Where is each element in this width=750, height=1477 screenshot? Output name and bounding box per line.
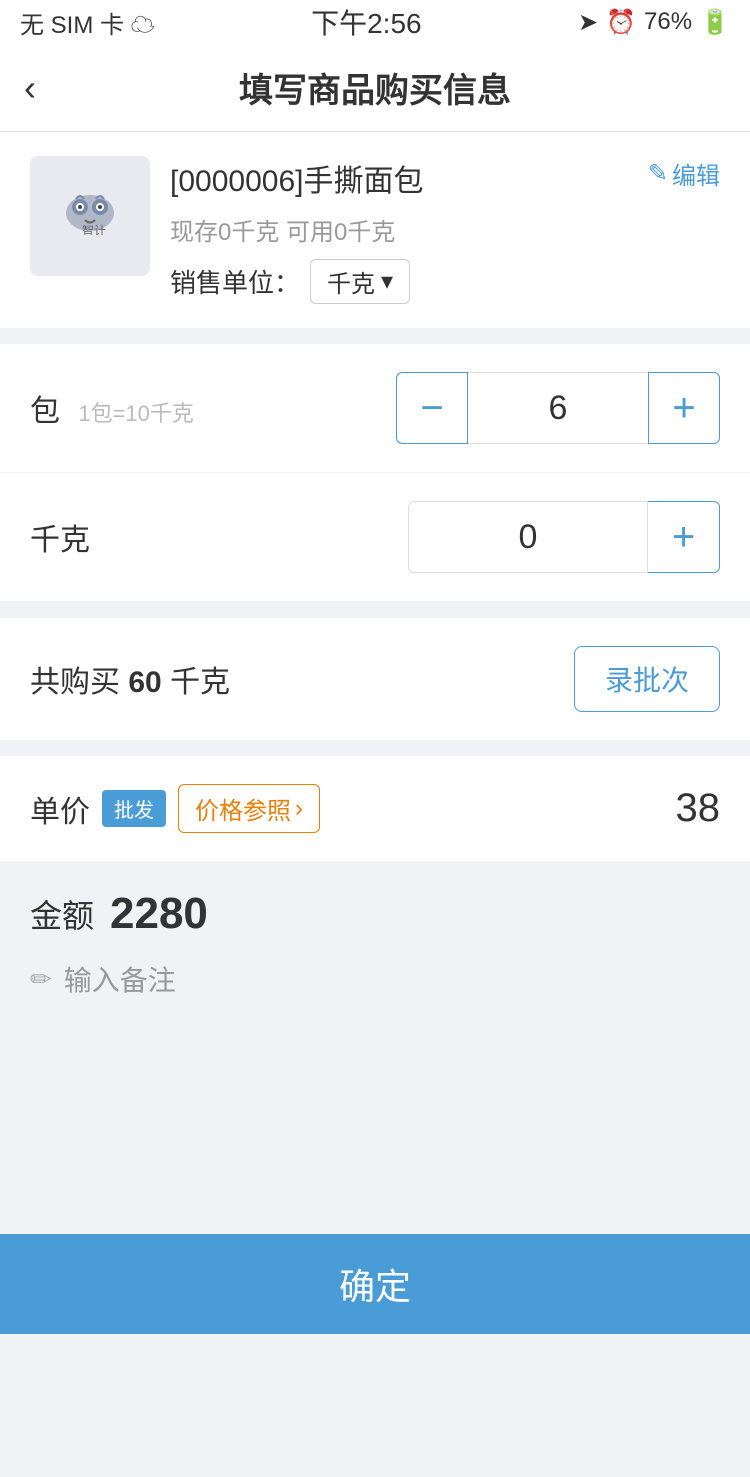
summary-label: 共购买 [30, 666, 120, 699]
unit-value: 千克 [327, 264, 375, 299]
unit-bao-label: 包 1包=10千克 [30, 386, 396, 430]
pencil-icon: ✏ [30, 964, 52, 995]
unit-select[interactable]: 千克 ▾ [310, 259, 410, 304]
batch-badge: 批发 [102, 790, 166, 827]
price-section: 单价 批发 价格参照 › 38 [0, 756, 750, 861]
back-button[interactable]: ‹ [24, 67, 36, 109]
unit-kg-label: 千克 [30, 515, 408, 559]
divider-3 [0, 740, 750, 756]
product-logo-icon: 智计 [60, 185, 120, 247]
price-value: 38 [676, 786, 721, 831]
status-bar: 无 SIM 卡 ☁ 下午2:56 ➤ ⏰ 76% 🔋 [0, 0, 750, 44]
status-time: 下午2:56 [311, 2, 422, 42]
product-stock: 现存0千克 可用0千克 [170, 212, 720, 247]
summary-text: 共购买 60 千克 [30, 657, 230, 701]
quantity-control-kg: + [408, 501, 720, 573]
battery-icon: 🔋 [700, 8, 730, 37]
divider-1 [0, 328, 750, 344]
product-info-section: 智计 [0000006]手撕面包 ✎ 编辑 现存0千克 可用0千克 销售单位： … [0, 132, 750, 328]
product-name: [0000006]手撕面包 [170, 156, 423, 200]
quantity-row-bao: 包 1包=10千克 − + [0, 344, 750, 473]
quantity-kg-input[interactable] [408, 501, 648, 573]
amount-row: 金额 2280 [30, 889, 720, 939]
summary-unit-value: 千克 [170, 666, 230, 699]
battery-level: 76% [644, 8, 692, 36]
status-right: ➤ ⏰ 76% 🔋 [578, 8, 730, 37]
increase-kg-button[interactable]: + [648, 501, 720, 573]
quantity-bao-input[interactable] [468, 372, 648, 444]
quantity-control-bao: − + [396, 372, 720, 444]
svg-text:智计: 智计 [82, 223, 106, 235]
status-left: 无 SIM 卡 ☁ [20, 5, 155, 40]
sim-label: 无 SIM 卡 ☁ [20, 5, 155, 40]
bao-sublabel: 1包=10千克 [78, 401, 194, 426]
price-ref-button[interactable]: 价格参照 › [178, 784, 320, 833]
edit-button[interactable]: ✎ 编辑 [648, 156, 720, 191]
record-batch-button[interactable]: 录批次 [574, 646, 720, 712]
decrease-bao-button[interactable]: − [396, 372, 468, 444]
price-row: 单价 批发 价格参照 › 38 [30, 784, 720, 833]
increase-bao-button[interactable]: + [648, 372, 720, 444]
confirm-bar[interactable]: 确定 [0, 1234, 750, 1334]
product-unit: 销售单位： 千克 ▾ [170, 259, 720, 304]
confirm-button-label: 确定 [339, 1258, 411, 1310]
unit-label: 销售单位： [170, 263, 300, 300]
summary-qty-value: 60 [128, 666, 161, 699]
page-title: 填写商品购买信息 [239, 63, 511, 112]
location-icon: ➤ [578, 8, 598, 37]
amount-label: 金额 [30, 891, 94, 937]
input-section: 包 1包=10千克 − + 千克 + [0, 344, 750, 602]
summary-row: 共购买 60 千克 录批次 [0, 618, 750, 740]
nav-bar: ‹ 填写商品购买信息 [0, 44, 750, 132]
price-ref-label: 价格参照 [195, 791, 291, 826]
price-left: 单价 批发 价格参照 › [30, 784, 320, 833]
dropdown-icon: ▾ [381, 267, 393, 296]
price-ref-arrow-icon: › [295, 795, 303, 823]
quantity-row-kg: 千克 + [0, 473, 750, 602]
edit-icon: ✎ [648, 159, 668, 188]
alarm-icon: ⏰ [606, 8, 636, 37]
amount-section: 金额 2280 ✏ 输入备注 [0, 861, 750, 1027]
price-label: 单价 [30, 787, 90, 831]
edit-label: 编辑 [672, 156, 720, 191]
divider-2 [0, 602, 750, 618]
amount-value: 2280 [110, 889, 208, 939]
product-details: [0000006]手撕面包 ✎ 编辑 现存0千克 可用0千克 销售单位： 千克 … [170, 156, 720, 304]
note-row[interactable]: ✏ 输入备注 [30, 959, 720, 999]
note-placeholder: 输入备注 [64, 959, 176, 999]
product-thumbnail: 智计 [30, 156, 150, 276]
product-card: 智计 [0000006]手撕面包 ✎ 编辑 现存0千克 可用0千克 销售单位： … [30, 156, 720, 304]
